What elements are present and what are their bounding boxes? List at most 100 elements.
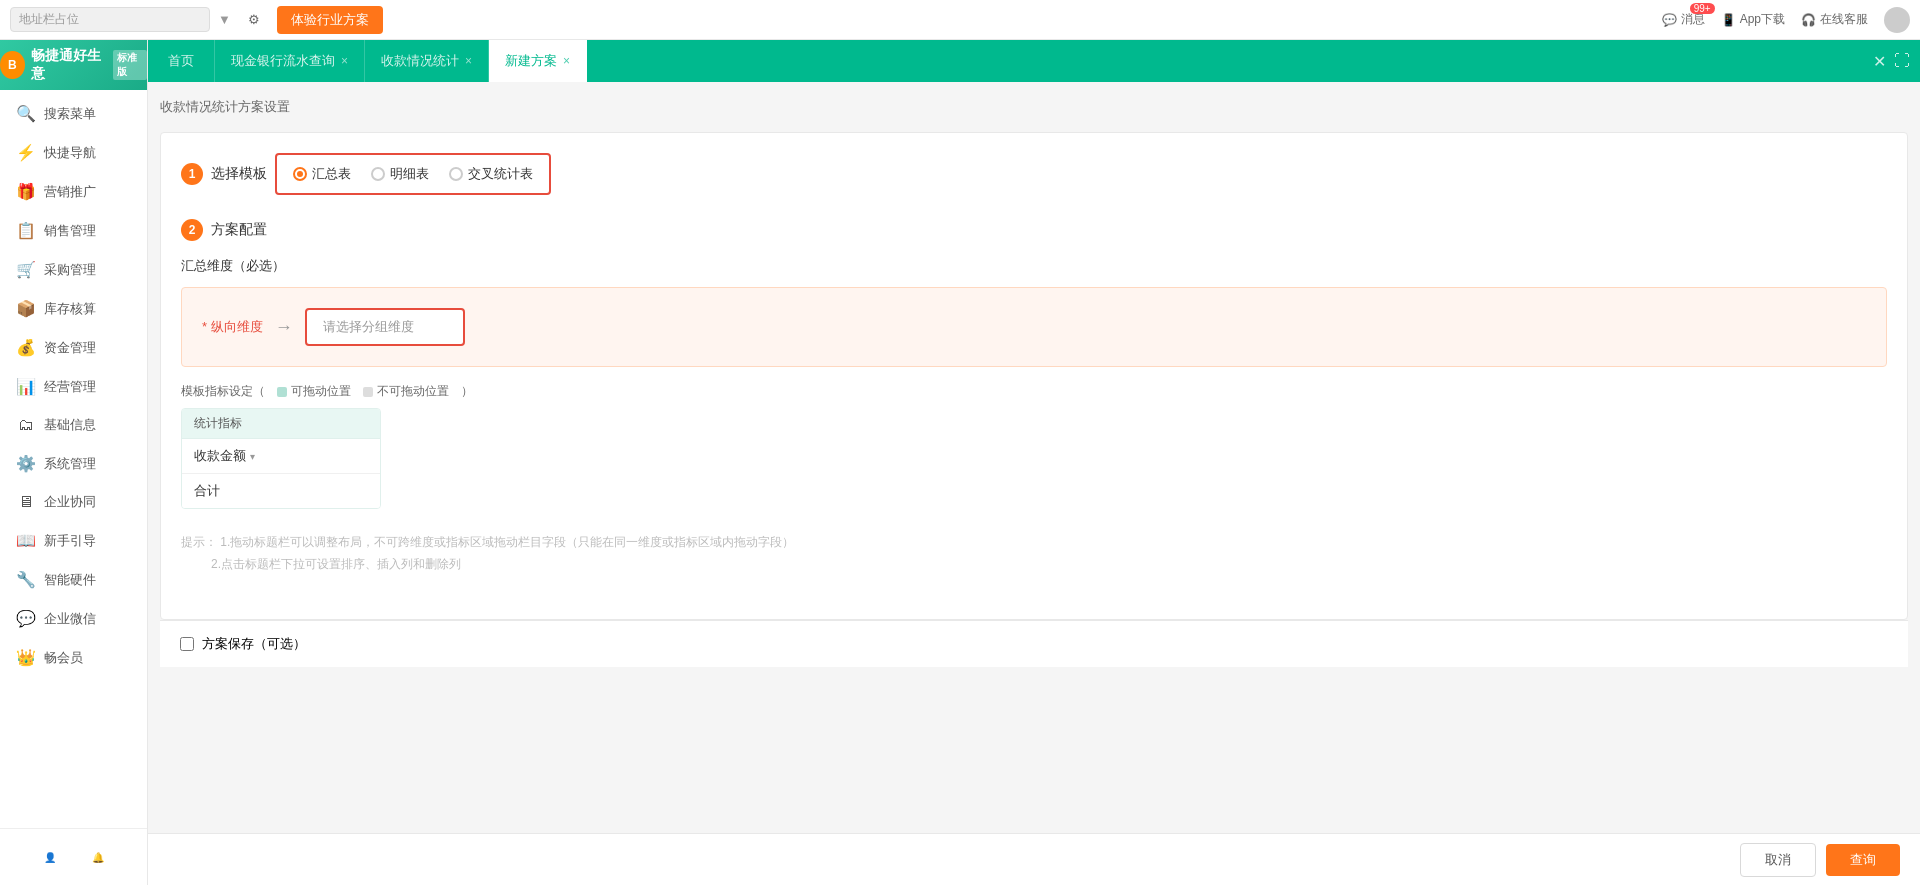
sidebar-item-finance[interactable]: 💰 资金管理 bbox=[0, 328, 147, 367]
search-icon: 🔍 bbox=[16, 104, 36, 123]
metrics-amount-dropdown[interactable]: ▾ bbox=[250, 451, 255, 462]
radio-summary-circle bbox=[293, 167, 307, 181]
settings-icon[interactable]: ⚙ bbox=[239, 5, 269, 35]
tip-prefix: 提示： 1.拖动标题栏可以调整布局，不可跨维度或指标区域拖动栏目字段（只能在同一… bbox=[181, 532, 1887, 554]
step1-section: 1 选择模板 汇总表 明细表 bbox=[181, 153, 1887, 195]
sidebar-label-basics: 基础信息 bbox=[44, 416, 96, 434]
page-content: 收款情况统计方案设置 1 选择模板 汇总表 bbox=[148, 82, 1920, 833]
user-avatar[interactable] bbox=[1884, 7, 1910, 33]
tab-close-all-icon[interactable]: ✕ bbox=[1873, 52, 1886, 71]
metrics-total-label: 合计 bbox=[194, 482, 220, 500]
sidebar-item-inventory[interactable]: 📦 库存核算 bbox=[0, 289, 147, 328]
tab-newscheme-close[interactable]: × bbox=[563, 54, 570, 68]
app-download-btn[interactable]: 📱 App下载 bbox=[1721, 11, 1785, 28]
sidebar-item-guide[interactable]: 📖 新手引导 bbox=[0, 521, 147, 560]
step1-header: 1 选择模板 汇总表 明细表 bbox=[181, 153, 1887, 195]
vertical-dimension-label: * 纵向维度 bbox=[202, 318, 263, 336]
metrics-cell-amount[interactable]: 收款金额 ▾ bbox=[182, 439, 380, 474]
sidebar-item-basics[interactable]: 🗂 基础信息 bbox=[0, 406, 147, 444]
wechat-icon: 💬 bbox=[16, 609, 36, 628]
step2-num: 2 bbox=[181, 219, 203, 241]
tab-cashflow-close[interactable]: × bbox=[341, 54, 348, 68]
radio-crosstab[interactable]: 交叉统计表 bbox=[449, 165, 533, 183]
chevron-down-icon[interactable]: ▼ bbox=[218, 12, 231, 27]
industry-btn[interactable]: 体验行业方案 bbox=[277, 6, 383, 34]
basics-icon: 🗂 bbox=[16, 416, 36, 434]
brand-name: 畅捷通好生意 bbox=[31, 47, 105, 83]
save-checkbox[interactable] bbox=[180, 637, 194, 651]
tab-newscheme[interactable]: 新建方案 × bbox=[489, 40, 587, 82]
dimension-select[interactable]: 请选择分组维度 bbox=[305, 308, 465, 346]
url-bar[interactable]: 地址栏占位 bbox=[10, 7, 210, 32]
tab-receipts[interactable]: 收款情况统计 × bbox=[365, 40, 489, 82]
page-title: 收款情况统计方案设置 bbox=[160, 94, 1908, 120]
tip1-text: 1.拖动标题栏可以调整布局，不可跨维度或指标区域拖动栏目字段（只能在同一维度或指… bbox=[220, 535, 794, 549]
radio-detail-circle bbox=[371, 167, 385, 181]
tab-receipts-close[interactable]: × bbox=[465, 54, 472, 68]
app-download-label: App下载 bbox=[1740, 11, 1785, 28]
operations-icon: 📊 bbox=[16, 377, 36, 396]
dimension-area: * 纵向维度 → 请选择分组维度 bbox=[181, 287, 1887, 367]
tab-home[interactable]: 首页 bbox=[148, 40, 215, 82]
sidebar-item-system[interactable]: ⚙️ 系统管理 bbox=[0, 444, 147, 483]
message-btn[interactable]: 💬 消息 99+ bbox=[1662, 11, 1705, 28]
sidebar-item-search[interactable]: 🔍 搜索菜单 bbox=[0, 94, 147, 133]
tip2-text: 2.点击标题栏下拉可设置排序、插入列和删除列 bbox=[211, 557, 461, 571]
guide-icon: 📖 bbox=[16, 531, 36, 550]
arrow-icon: → bbox=[275, 317, 293, 338]
sidebar-label-member: 畅会员 bbox=[44, 649, 83, 667]
radio-detail[interactable]: 明细表 bbox=[371, 165, 429, 183]
sidebar-label-operations: 经营管理 bbox=[44, 378, 96, 396]
bottom-icon1: 👤 bbox=[44, 852, 56, 863]
no-drag-dot bbox=[363, 387, 373, 397]
sidebar-item-purchase[interactable]: 🛒 采购管理 bbox=[0, 250, 147, 289]
query-button[interactable]: 查询 bbox=[1826, 844, 1900, 876]
sidebar-label-quicknav: 快捷导航 bbox=[44, 144, 96, 162]
member-icon: 👑 bbox=[16, 648, 36, 667]
metrics-setting-label: 模板指标设定（ bbox=[181, 383, 265, 400]
sidebar-label-system: 系统管理 bbox=[44, 455, 96, 473]
tips-section: 提示： 1.拖动标题栏可以调整布局，不可跨维度或指标区域拖动栏目字段（只能在同一… bbox=[181, 532, 1887, 575]
radio-detail-label: 明细表 bbox=[390, 165, 429, 183]
sidebar-label-guide: 新手引导 bbox=[44, 532, 96, 550]
headset-icon: 🎧 bbox=[1801, 13, 1816, 27]
sidebar-item-marketing[interactable]: 🎁 营销推广 bbox=[0, 172, 147, 211]
tab-cashflow[interactable]: 现金银行流水查询 × bbox=[215, 40, 365, 82]
finance-icon: 💰 bbox=[16, 338, 36, 357]
sidebar-item-hardware[interactable]: 🔧 智能硬件 bbox=[0, 560, 147, 599]
sidebar-label-finance: 资金管理 bbox=[44, 339, 96, 357]
sidebar-label-hardware: 智能硬件 bbox=[44, 571, 96, 589]
cancel-button[interactable]: 取消 bbox=[1740, 843, 1816, 877]
step2-section: 2 方案配置 汇总维度（必选） * 纵向维度 → 请选择分组维度 bbox=[181, 219, 1887, 575]
tab-maximize-icon[interactable]: ⛶ bbox=[1894, 52, 1910, 70]
sidebar-item-operations[interactable]: 📊 经营管理 bbox=[0, 367, 147, 406]
metrics-section: 模板指标设定（ 可拖动位置 不可拖动位置 ） bbox=[181, 383, 1887, 512]
bottom-icon2: 🔔 bbox=[92, 852, 104, 863]
online-service-label: 在线客服 bbox=[1820, 11, 1868, 28]
radio-crosstab-circle bbox=[449, 167, 463, 181]
sidebar-bottom-item1[interactable]: 👤 bbox=[30, 837, 70, 877]
sidebar-bottom-item2[interactable]: 🔔 bbox=[78, 837, 118, 877]
metrics-header-row: 统计指标 bbox=[182, 409, 380, 439]
sidebar-label-marketing: 营销推广 bbox=[44, 183, 96, 201]
sidebar-item-cooperation[interactable]: 🖥 企业协同 bbox=[0, 483, 147, 521]
sidebar-item-member[interactable]: 👑 畅会员 bbox=[0, 638, 147, 677]
dimension-section-label: 汇总维度（必选） bbox=[181, 257, 1887, 275]
sidebar-item-quicknav[interactable]: ⚡ 快捷导航 bbox=[0, 133, 147, 172]
save-section: 方案保存（可选） bbox=[160, 620, 1908, 667]
online-service-btn[interactable]: 🎧 在线客服 bbox=[1801, 11, 1868, 28]
radio-summary-label: 汇总表 bbox=[312, 165, 351, 183]
radio-summary[interactable]: 汇总表 bbox=[293, 165, 351, 183]
sidebar-nav: 🔍 搜索菜单 ⚡ 快捷导航 🎁 营销推广 📋 销售管理 🛒 采购管理 📦 bbox=[0, 90, 147, 828]
top-header-left: 地址栏占位 ▼ ⚙ 体验行业方案 bbox=[10, 5, 1662, 35]
footer-bar: 取消 查询 bbox=[148, 833, 1920, 885]
dimension-row: * 纵向维度 → 请选择分组维度 bbox=[202, 308, 1866, 346]
top-header-right: 💬 消息 99+ 📱 App下载 🎧 在线客服 bbox=[1662, 7, 1910, 33]
inventory-icon: 📦 bbox=[16, 299, 36, 318]
metrics-header-label: 统计指标 bbox=[194, 416, 242, 430]
sidebar-label-cooperation: 企业协同 bbox=[44, 493, 96, 511]
template-section: 汇总表 明细表 交叉统计表 bbox=[275, 153, 551, 195]
sidebar-item-wechat[interactable]: 💬 企业微信 bbox=[0, 599, 147, 638]
brand-icon: B bbox=[0, 51, 25, 79]
sidebar-item-sales[interactable]: 📋 销售管理 bbox=[0, 211, 147, 250]
